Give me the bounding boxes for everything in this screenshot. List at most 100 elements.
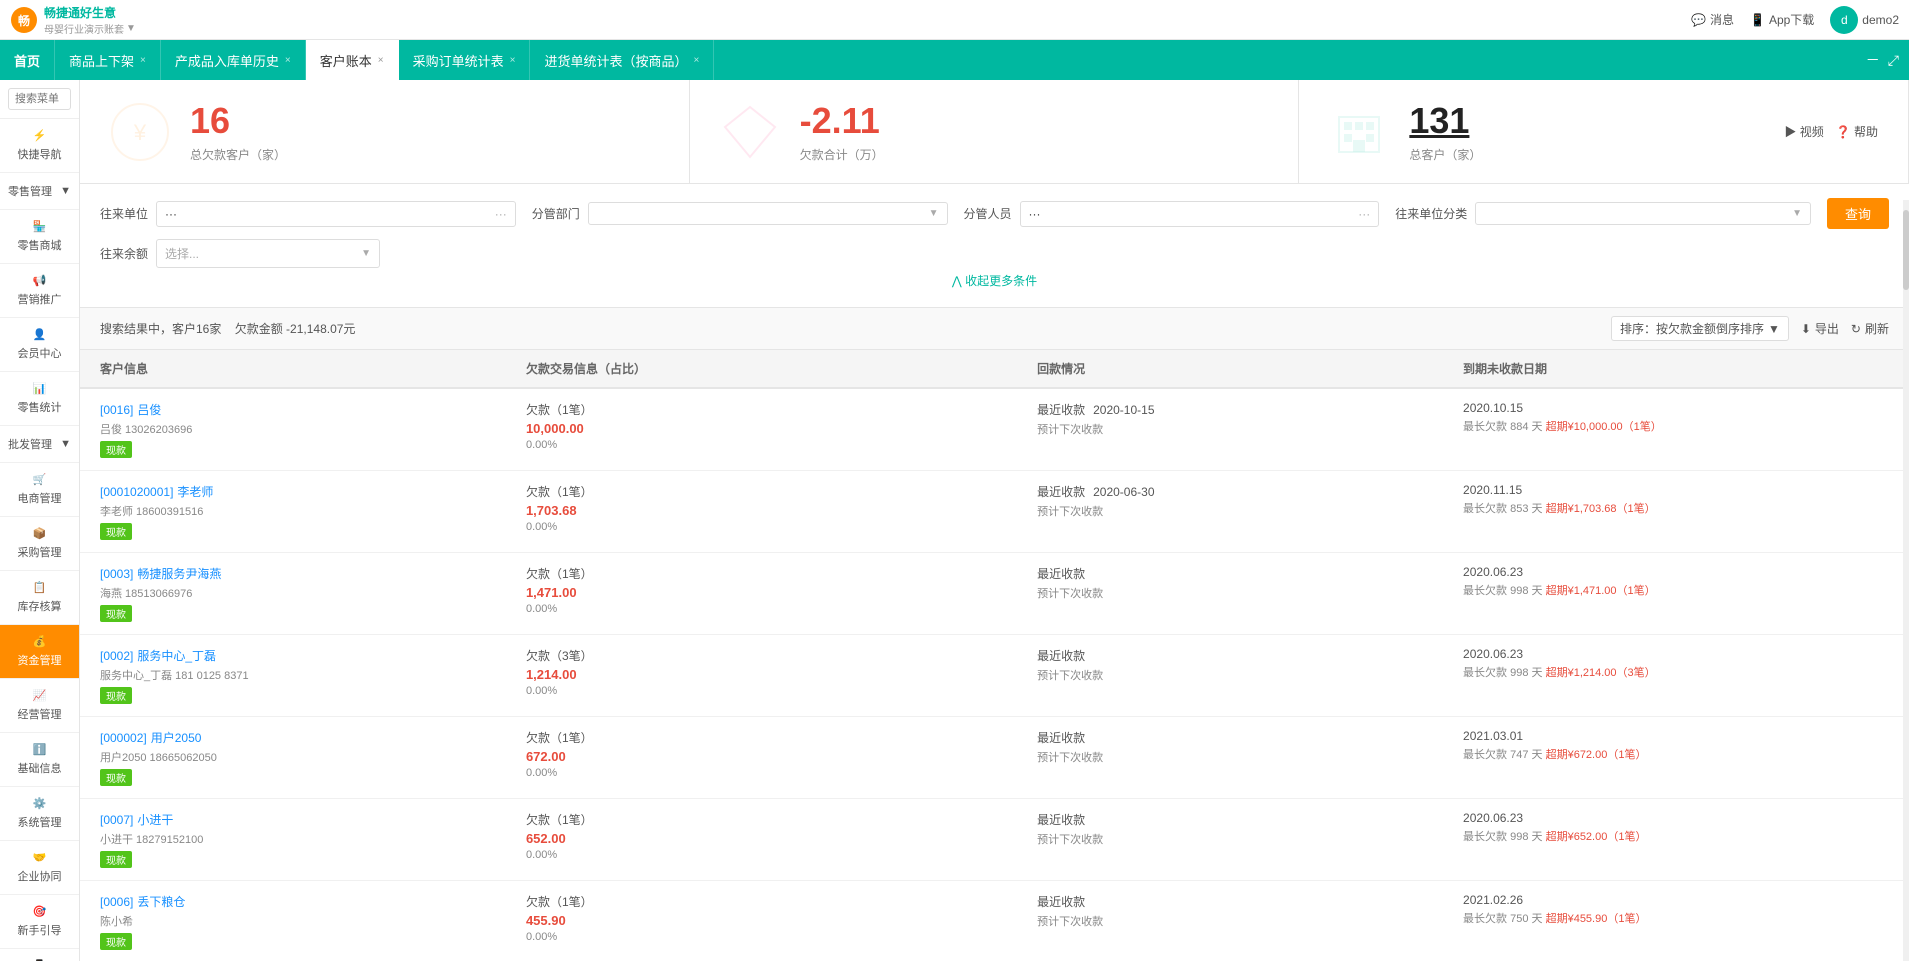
due-date-1: 2020.11.15: [1463, 483, 1889, 497]
return-info-5: 最近收款 预计下次收款: [1037, 811, 1463, 847]
due-info-3: 2020.06.23 最长欠款 998 天 超期¥1,214.00（3笔）: [1463, 647, 1889, 680]
return-next-2: 预计下次收款: [1037, 585, 1463, 601]
tab-close-icon[interactable]: ×: [285, 55, 291, 66]
sidebar-item-biz[interactable]: 📈 经营管理: [0, 679, 79, 733]
overdue-link-1[interactable]: 超期¥1,703.68（1笔）: [1546, 503, 1656, 515]
sidebar-item-basic[interactable]: ℹ️ 基础信息: [0, 733, 79, 787]
sidebar-item-member[interactable]: 👤 会员中心: [0, 318, 79, 372]
sidebar-item-ecom[interactable]: 🛒 电商管理: [0, 463, 79, 517]
header-due: 到期未收款日期: [1463, 360, 1889, 377]
debt-amount-label: 欠款合计（万）: [800, 146, 884, 163]
tab-product-history[interactable]: 产成品入库单历史 ×: [161, 40, 306, 80]
search-input[interactable]: [8, 88, 71, 110]
chevron-down-icon: ▼: [929, 208, 939, 219]
sidebar-item-retail-mall[interactable]: 🏪 零售商城: [0, 210, 79, 264]
person-input[interactable]: ···: [1020, 201, 1380, 227]
source-unit-label: 往来单位: [100, 205, 148, 222]
sidebar-item-batch-mgmt[interactable]: 批发管理 ▼: [0, 426, 79, 463]
sidebar-item-quick-nav[interactable]: ⚡ 快捷导航: [0, 119, 79, 173]
sidebar-item-retail-stats[interactable]: 📊 零售统计: [0, 372, 79, 426]
overdue-link-0[interactable]: 超期¥10,000.00（1笔）: [1546, 421, 1662, 433]
tab-close-icon[interactable]: ×: [510, 55, 516, 66]
scrollbar-thumb[interactable]: [1903, 210, 1909, 290]
filter-area: 往来单位 ··· 分管部门 ▼ 分管人员 ···: [80, 184, 1909, 308]
video-btn[interactable]: ▶ 视频: [1784, 123, 1823, 140]
maximize-icon[interactable]: ⤢: [1888, 52, 1899, 69]
brand-name: 畅捷通好生意: [44, 4, 136, 21]
debt-amount-0: 10,000.00: [526, 421, 1037, 436]
overdue-link-5[interactable]: 超期¥652.00（1笔）: [1546, 831, 1647, 843]
debt-amount-2: 1,471.00: [526, 585, 1037, 600]
sidebar-item-new-guide[interactable]: 🎯 新手引导: [0, 895, 79, 949]
balance-input[interactable]: 选择... ▼: [156, 239, 380, 268]
member-icon: 👤: [33, 328, 47, 341]
debt-percent-0: 0.00%: [526, 439, 1037, 451]
tab-close-icon[interactable]: ×: [140, 55, 146, 66]
customer-name-1[interactable]: [0001020001]李老师: [100, 483, 526, 500]
return-info-6: 最近收款 预计下次收款: [1037, 893, 1463, 929]
refresh-btn[interactable]: ↻ 刷新: [1851, 320, 1889, 337]
return-next-0: 预计下次收款: [1037, 421, 1463, 437]
overdue-link-6[interactable]: 超期¥455.90（1笔）: [1546, 913, 1647, 925]
chevron-down-icon: ▼: [361, 248, 371, 259]
sidebar-item-purchase[interactable]: 📦 采购管理: [0, 517, 79, 571]
tab-purchase-order[interactable]: 采购订单统计表 ×: [399, 40, 531, 80]
total-customers-label: 总客户（家）: [1409, 146, 1481, 163]
sidebar-item-inventory[interactable]: 📋 库存核算: [0, 571, 79, 625]
scrollbar[interactable]: [1903, 200, 1909, 961]
export-btn[interactable]: ⬇ 导出: [1801, 320, 1839, 337]
tab-customer-account[interactable]: 客户账本 ×: [306, 40, 399, 80]
sidebar-item-app-center[interactable]: 📱 应用中心: [0, 949, 79, 961]
sort-select[interactable]: 排序：按欠款金额倒序排序 ▼: [1611, 316, 1789, 341]
chevron-down-icon: ▼: [1768, 322, 1780, 336]
app-download-btn[interactable]: 📱 App下载: [1750, 11, 1814, 28]
customer-name-4[interactable]: [000002]用户2050: [100, 729, 526, 746]
tab-close-icon[interactable]: ×: [378, 55, 384, 66]
card-debt-customers: ¥ 16 总欠款客户（家）: [80, 80, 690, 183]
chevron-up-icon: ⋀: [952, 274, 962, 288]
customer-tag-4: 现款: [100, 769, 132, 786]
overdue-link-4[interactable]: 超期¥672.00（1笔）: [1546, 749, 1647, 761]
department-input[interactable]: ▼: [588, 202, 948, 225]
sidebar-item-system[interactable]: ⚙️ 系统管理: [0, 787, 79, 841]
customer-name-6[interactable]: [0006]丢下粮仓: [100, 893, 526, 910]
yuan-icon: ¥: [110, 102, 170, 162]
due-overdue-6: 最长欠款 750 天 超期¥455.90（1笔）: [1463, 910, 1889, 926]
customer-name-0[interactable]: [0016]吕俊: [100, 401, 526, 418]
sidebar-item-enterprise-coop[interactable]: 🤝 企业协同: [0, 841, 79, 895]
sidebar-item-marketing[interactable]: 📢 营销推广: [0, 264, 79, 318]
return-info-1: 最近收款 2020-06-30 预计下次收款: [1037, 483, 1463, 519]
chevron-down-icon: ▼: [1792, 208, 1802, 219]
tab-product-offline[interactable]: 商品上下架 ×: [55, 40, 161, 80]
source-unit-input[interactable]: ···: [156, 201, 516, 227]
tab-close-icon[interactable]: ×: [693, 55, 699, 66]
table-header: 客户信息 欠款交易信息（占比） 回款情况 到期未收款日期: [80, 350, 1909, 389]
query-button[interactable]: 查询: [1827, 198, 1889, 229]
overdue-link-2[interactable]: 超期¥1,471.00（1笔）: [1546, 585, 1656, 597]
sidebar-item-retail-mgmt[interactable]: 零售管理 ▼: [0, 173, 79, 210]
unit-category-input[interactable]: ▼: [1475, 202, 1811, 225]
customer-phone-4: 用户2050 18665062050: [100, 749, 526, 765]
customer-name-3[interactable]: [0002]服务中心_丁磊: [100, 647, 526, 664]
app-wrapper: 畅 畅捷通好生意 母婴行业演示账套 ▼ 💬 消息 📱 App下载: [0, 0, 1909, 961]
collapse-bar[interactable]: ⋀ 收起更多条件: [100, 268, 1889, 293]
user-menu[interactable]: d demo2: [1830, 6, 1899, 34]
diamond-icon: [720, 102, 780, 162]
debt-count-4: 欠款（1笔）: [526, 729, 1037, 746]
customer-name-5[interactable]: [0007]小进干: [100, 811, 526, 828]
person-label: 分管人员: [964, 205, 1012, 222]
customer-name-2[interactable]: [0003]畅捷服务尹海燕: [100, 565, 526, 582]
help-btn[interactable]: ❓ 帮助: [1836, 123, 1878, 140]
tab-home[interactable]: 首页: [0, 40, 55, 80]
tab-incoming-stats[interactable]: 进货单统计表（按商品） ×: [530, 40, 714, 80]
return-info-3: 最近收款 预计下次收款: [1037, 647, 1463, 683]
overdue-link-3[interactable]: 超期¥1,214.00（3笔）: [1546, 667, 1656, 679]
data-table: 客户信息 欠款交易信息（占比） 回款情况 到期未收款日期 [0016]吕俊 吕俊…: [80, 350, 1909, 961]
result-bar: 搜索结果中，客户16家 欠款金额 -21,148.07元 排序：按欠款金额倒序排…: [80, 308, 1909, 350]
sidebar-item-finance[interactable]: 💰 资金管理: [0, 625, 79, 679]
table-row: [0003]畅捷服务尹海燕 海燕 18513066976 现款 欠款（1笔） 1…: [80, 553, 1909, 635]
due-date-6: 2021.02.26: [1463, 893, 1889, 907]
debt-amount-4: 672.00: [526, 749, 1037, 764]
minimize-icon[interactable]: －: [1866, 50, 1880, 70]
message-btn[interactable]: 💬 消息: [1691, 11, 1734, 28]
